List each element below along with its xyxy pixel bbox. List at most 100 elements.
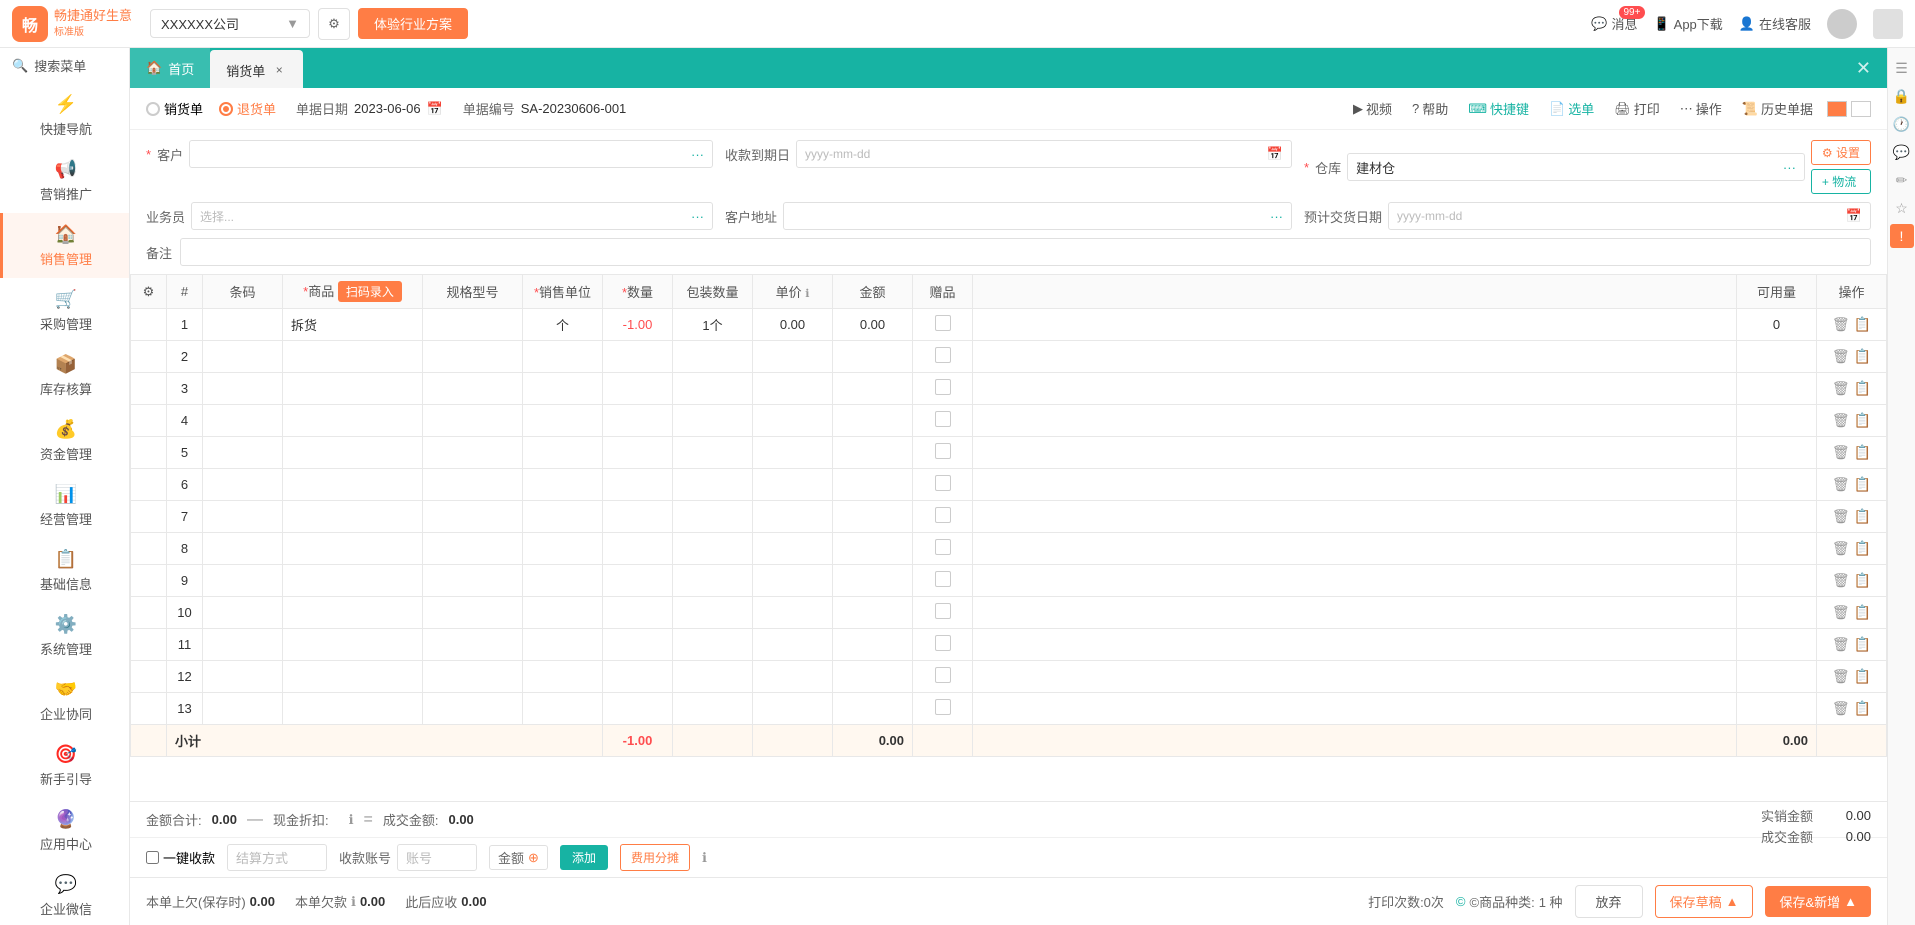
delete-row-icon[interactable]: 🗑	[1832, 636, 1850, 653]
delivery-calendar-icon[interactable]: 📅	[1846, 208, 1862, 224]
close-window-icon[interactable]: ✕	[1856, 58, 1871, 79]
delete-row-icon[interactable]: 🗑	[1832, 412, 1850, 429]
user-menu-icon[interactable]	[1873, 9, 1903, 39]
toolbar-video-btn[interactable]: ▶ 视频	[1347, 96, 1398, 121]
payment-method-select[interactable]: 结算方式	[227, 844, 327, 871]
discard-btn[interactable]: 放弃	[1575, 885, 1643, 918]
copy-row-icon[interactable]: 📋	[1854, 316, 1871, 333]
copy-row-icon[interactable]: 📋	[1854, 412, 1871, 429]
sidebar-item-appcenter[interactable]: 🔮 应用中心	[0, 798, 129, 863]
payment-due-input[interactable]: yyyy-mm-dd 📅	[796, 140, 1292, 168]
toolbar-help-btn[interactable]: ? 帮助	[1406, 96, 1454, 121]
online-service-btn[interactable]: 👤 在线客服	[1739, 14, 1811, 33]
sidebar-item-system[interactable]: ⚙️ 系统管理	[0, 603, 129, 668]
payment-calendar-icon[interactable]: 📅	[1267, 146, 1283, 162]
total-owed-field: 本单欠款 ℹ 0.00	[295, 892, 385, 911]
add-amount-btn[interactable]: ⊕	[528, 850, 539, 866]
delete-row-icon[interactable]: 🗑	[1832, 668, 1850, 685]
payment-account-input[interactable]: 账号	[397, 844, 477, 871]
copy-row-icon[interactable]: 📋	[1854, 604, 1871, 621]
expense-split-btn[interactable]: 费用分摊	[620, 844, 690, 871]
price-info-icon[interactable]: ℹ	[805, 288, 809, 300]
copy-row-icon[interactable]: 📋	[1854, 636, 1871, 653]
sidebar-item-finance[interactable]: 💰 资金管理	[0, 408, 129, 473]
right-action-star-icon[interactable]: ☆	[1890, 196, 1914, 220]
toolbar-select-btn[interactable]: 📄 选单	[1543, 96, 1600, 121]
customer-input[interactable]: ···	[189, 140, 713, 168]
notes-input[interactable]	[180, 238, 1871, 266]
sidebar-item-marketing[interactable]: 📢 营销推广	[0, 148, 129, 213]
grid-view-icon[interactable]	[1851, 101, 1871, 117]
right-action-lock-icon[interactable]: 🔒	[1890, 84, 1914, 108]
sales-icon: 🏠	[55, 223, 77, 245]
delete-row-icon[interactable]: 🗑	[1832, 540, 1850, 557]
sidebar-item-enterprise-wechat[interactable]: 💬 企业微信	[0, 863, 129, 925]
right-action-alert-icon[interactable]: !	[1890, 224, 1914, 248]
sidebar-item-purchase[interactable]: 🛒 采购管理	[0, 278, 129, 343]
sidebar-item-beginner[interactable]: 🎯 新手引导	[0, 733, 129, 798]
sidebar-item-search-order[interactable]: 🔍 搜索菜单	[0, 48, 129, 83]
expense-info-icon[interactable]: ℹ	[702, 850, 707, 866]
delete-row-icon[interactable]: 🗑	[1832, 508, 1850, 525]
customer-dots: ···	[691, 147, 704, 162]
date-calendar-icon[interactable]: 📅	[427, 101, 443, 117]
right-action-edit-icon[interactable]: ✏	[1890, 168, 1914, 192]
delete-row-icon[interactable]: 🗑	[1832, 604, 1850, 621]
trial-button[interactable]: 体验行业方案	[358, 8, 468, 39]
delete-row-icon[interactable]: 🗑	[1832, 444, 1850, 461]
customer-addr-input[interactable]: ···	[783, 202, 1292, 230]
sidebar-item-inventory[interactable]: 📦 库存核算	[0, 343, 129, 408]
delivery-date-input[interactable]: yyyy-mm-dd 📅	[1388, 202, 1871, 230]
warehouse-input[interactable]: 建材仓 ···	[1347, 153, 1805, 181]
copy-row-icon[interactable]: 📋	[1854, 572, 1871, 589]
radio-sales-order[interactable]: 销货单	[146, 99, 203, 118]
sidebar-item-enterprise-collab[interactable]: 🤝 企业协同	[0, 668, 129, 733]
toolbar-print-btn[interactable]: 🖨 打印	[1608, 96, 1666, 121]
toolbar-action-btn[interactable]: ⋯ 操作	[1674, 96, 1728, 121]
scan-btn[interactable]: 扫码录入	[338, 281, 402, 302]
right-action-chat-icon[interactable]: 💬	[1890, 140, 1914, 164]
company-selector[interactable]: XXXXXX公司 ▼	[150, 9, 310, 38]
toolbar-history-btn[interactable]: 📜 历史单据	[1736, 96, 1819, 121]
owed-info-icon[interactable]: ℹ	[351, 894, 356, 910]
sidebar-item-basic-info[interactable]: 📋 基础信息	[0, 538, 129, 603]
delete-row-icon[interactable]: 🗑	[1832, 700, 1850, 717]
settings-icon[interactable]: ⚙	[318, 8, 350, 40]
copy-row-icon[interactable]: 📋	[1854, 348, 1871, 365]
radio-return-order[interactable]: 退货单	[219, 99, 276, 118]
copy-row-icon[interactable]: 📋	[1854, 508, 1871, 525]
sidebar-item-operations[interactable]: 📊 经营管理	[0, 473, 129, 538]
draft-btn[interactable]: 保存草稿 ▲	[1655, 885, 1754, 918]
one-click-pay-checkbox[interactable]	[146, 851, 159, 864]
delete-row-icon[interactable]: 🗑	[1832, 572, 1850, 589]
message-btn[interactable]: 💬 消息 99+	[1591, 14, 1637, 33]
sidebar-item-quick-nav[interactable]: ⚡ 快捷导航	[0, 83, 129, 148]
delete-row-icon[interactable]: 🗑	[1832, 316, 1850, 333]
th-settings[interactable]: ⚙	[131, 275, 167, 309]
save-new-btn[interactable]: 保存&新增 ▲	[1765, 886, 1871, 917]
delete-row-icon[interactable]: 🗑	[1832, 380, 1850, 397]
toolbar-shortcut-btn[interactable]: ⌨ 快捷键	[1462, 96, 1535, 121]
copy-row-icon[interactable]: 📋	[1854, 380, 1871, 397]
right-action-menu-icon[interactable]: ☰	[1890, 56, 1914, 80]
logistics-action-btn[interactable]: + 物流	[1811, 169, 1871, 194]
copy-row-icon[interactable]: 📋	[1854, 700, 1871, 717]
copy-row-icon[interactable]: 📋	[1854, 476, 1871, 493]
copy-row-icon[interactable]: 📋	[1854, 668, 1871, 685]
tab-close-icon[interactable]: ×	[271, 62, 287, 78]
copy-row-icon[interactable]: 📋	[1854, 444, 1871, 461]
delete-row-icon[interactable]: 🗑	[1832, 348, 1850, 365]
tab-sales-order[interactable]: 销货单 ×	[210, 50, 303, 90]
tab-home[interactable]: 🏠 首页	[130, 48, 210, 88]
discount-info-icon[interactable]: ℹ	[349, 812, 354, 828]
copy-row-icon[interactable]: 📋	[1854, 540, 1871, 557]
salesman-input[interactable]: 选择... ···	[191, 202, 713, 230]
list-view-icon[interactable]	[1827, 101, 1847, 117]
delete-row-icon[interactable]: 🗑	[1832, 476, 1850, 493]
avatar[interactable]	[1827, 9, 1857, 39]
settings-action-btn[interactable]: ⚙ 设置	[1811, 140, 1871, 165]
sidebar-item-sales[interactable]: 🏠 销售管理	[0, 213, 129, 278]
right-action-clock-icon[interactable]: 🕐	[1890, 112, 1914, 136]
add-payment-btn[interactable]: 添加	[560, 845, 608, 870]
app-download-btn[interactable]: 📱 App下载	[1653, 14, 1722, 33]
